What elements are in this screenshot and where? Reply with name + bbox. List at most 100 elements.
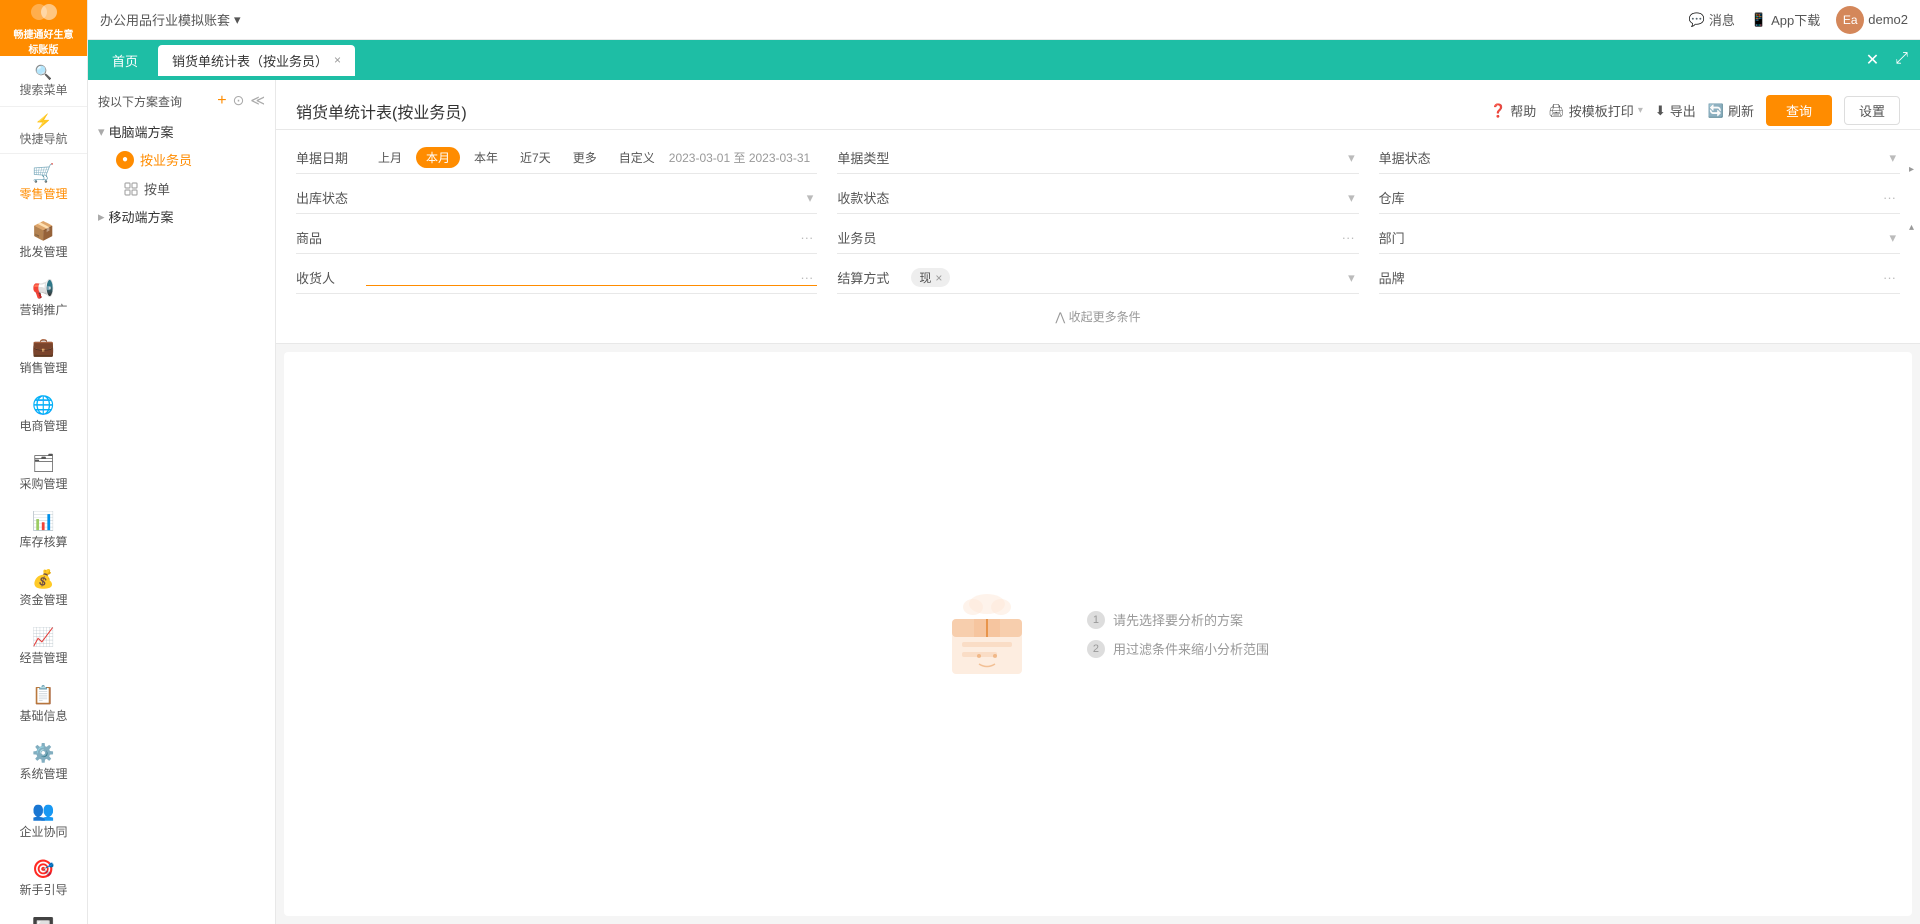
settlement-tag-close-btn[interactable]: × xyxy=(935,271,942,285)
date-btn-custom[interactable]: 自定义 xyxy=(611,147,663,168)
panel-section-mobile[interactable]: ▸ 移动端方案 xyxy=(88,203,275,230)
warehouse-control[interactable]: ··· xyxy=(1449,190,1900,205)
settings-button[interactable]: 设置 xyxy=(1844,96,1900,125)
out-status-control[interactable]: ▾ xyxy=(366,190,817,206)
tabbar: 首页 销货单统计表（按业务员） × ✕ ⤢ xyxy=(88,40,1920,80)
date-btn-last-month[interactable]: 上月 xyxy=(370,147,410,168)
sidebar-item-system[interactable]: ⚙️ 系统管理 xyxy=(0,734,87,792)
filter-dept: 部门 ▾ xyxy=(1379,222,1900,254)
topbar: 办公用品行业模拟账套 ▾ 💬 消息 📱 App下载 Ea demo2 xyxy=(88,0,1920,40)
date-btn-this-month[interactable]: 本月 xyxy=(416,147,460,168)
receipt-status-control[interactable]: ▾ xyxy=(907,190,1358,206)
collapse-arrow-icon: ⋀ xyxy=(1055,310,1065,324)
settlement-control[interactable]: 现 × ▾ xyxy=(907,268,1358,287)
inventory-icon: 📊 xyxy=(32,512,54,530)
message-btn[interactable]: 💬 消息 xyxy=(1689,10,1735,29)
tab-maximize-btn[interactable]: ⤢ xyxy=(1891,46,1912,74)
filter-row-1: 单据日期 上月 本月 本年 近7天 更多 自定义 2023-03-01 至 20… xyxy=(296,142,1900,174)
collapse-bar[interactable]: ⋀ 收起更多条件 xyxy=(296,302,1900,331)
salesperson-dots-icon: ··· xyxy=(1342,230,1355,245)
filter-consignee: 收货人 ··· xyxy=(296,262,817,294)
sidebar-item-retail-label: 零售管理 xyxy=(19,185,67,202)
sidebar-item-inventory[interactable]: 📊 库存核算 xyxy=(0,502,87,560)
empty-tips: 1 请先选择要分析的方案 2 用过滤条件来缩小分析范围 xyxy=(1087,610,1269,658)
doc-status-label: 单据状态 xyxy=(1379,148,1449,167)
sidebar-item-ecommerce[interactable]: 🌐 电商管理 xyxy=(0,386,87,444)
sidebar-item-operation[interactable]: 📈 经营管理 xyxy=(0,618,87,676)
help-label: 帮助 xyxy=(1510,101,1536,120)
panel-section-desktop[interactable]: ▾ 电脑端方案 xyxy=(88,118,275,145)
filter-row-4: 收货人 ··· 结算方式 现 × ▾ xyxy=(296,262,1900,294)
dept-arrow-icon: ▾ xyxy=(1889,230,1896,246)
logo-icon xyxy=(29,0,59,24)
export-btn[interactable]: ⬇ 导出 xyxy=(1655,101,1696,120)
sidebar-item-finance[interactable]: 💰 资金管理 xyxy=(0,560,87,618)
tab-active-label: 销货单统计表（按业务员） xyxy=(172,51,328,70)
filter-date: 单据日期 上月 本月 本年 近7天 更多 自定义 2023-03-01 至 20… xyxy=(296,142,817,174)
brand-dots-icon: ··· xyxy=(1883,270,1896,285)
doc-status-control[interactable]: ▾ xyxy=(1449,150,1900,166)
date-btn-7days[interactable]: 近7天 xyxy=(512,147,559,168)
query-button[interactable]: 查询 xyxy=(1766,95,1832,126)
active-indicator-icon: ● xyxy=(116,151,134,169)
goods-control[interactable]: ··· xyxy=(366,230,817,245)
avatar: Ea xyxy=(1836,6,1864,34)
panel-item-by-salesperson[interactable]: ● 按业务员 xyxy=(88,145,275,174)
tab-home[interactable]: 首页 xyxy=(96,45,154,76)
grid-icon xyxy=(124,182,138,196)
doc-type-control[interactable]: ▾ xyxy=(907,150,1358,166)
salesperson-control[interactable]: ··· xyxy=(907,230,1358,245)
desktop-section-label: 电脑端方案 xyxy=(109,122,174,141)
sidebar-item-marketing[interactable]: 📢 营销推广 xyxy=(0,270,87,328)
tab-active[interactable]: 销货单统计表（按业务员） × xyxy=(158,45,355,76)
sidebar-item-sales[interactable]: 💼 销售管理 xyxy=(0,328,87,386)
retail-icon: 🛒 xyxy=(32,164,54,182)
date-btn-more[interactable]: 更多 xyxy=(565,147,605,168)
consignee-control[interactable]: ··· xyxy=(366,270,817,286)
panel-edit-btn[interactable]: ⊙ xyxy=(233,92,245,110)
panel-collapse-btn[interactable]: ≪ xyxy=(250,92,265,110)
sidebar-item-retail[interactable]: 🛒 零售管理 ▸ xyxy=(0,154,87,212)
panel-item-salesperson-label: 按业务员 xyxy=(140,150,192,169)
date-btn-this-year[interactable]: 本年 xyxy=(466,147,506,168)
sidebar-item-newbie[interactable]: 🎯 新手引导 xyxy=(0,850,87,908)
print-btn[interactable]: 🖨 按模板打印 ▾ xyxy=(1548,101,1643,120)
sidebar-search[interactable]: 🔍 搜索菜单 xyxy=(0,56,87,107)
sidebar-item-wholesale-label: 批发管理 xyxy=(19,243,67,260)
user-menu[interactable]: Ea demo2 xyxy=(1836,6,1908,34)
refresh-btn[interactable]: 🔄 刷新 xyxy=(1708,101,1754,120)
logo-sub: 标账版 xyxy=(29,41,59,56)
basic-icon: 📋 xyxy=(32,686,54,704)
app-download-btn[interactable]: 📱 App下载 xyxy=(1751,10,1820,29)
sidebar-item-purchase[interactable]: 🗂 采购管理 xyxy=(0,444,87,502)
sidebar-logo: 畅捷通好生意 标账版 xyxy=(0,0,88,56)
panel-item-by-order[interactable]: 按单 xyxy=(88,174,275,203)
sidebar-item-finance-label: 资金管理 xyxy=(19,591,67,608)
sidebar-item-enterprise-label: 企业协同 xyxy=(19,823,67,840)
main-area: 办公用品行业模拟账套 ▾ 💬 消息 📱 App下载 Ea demo2 首页 xyxy=(88,0,1920,924)
left-panel: 按以下方案查询 + ⊙ ≪ ▾ 电脑端方案 ● 按业务员 xyxy=(88,80,276,924)
print-label: 按模板打印 xyxy=(1569,101,1634,120)
consignee-label: 收货人 xyxy=(296,268,366,287)
goods-label: 商品 xyxy=(296,228,366,247)
tab-close-btn[interactable]: ✕ xyxy=(1862,46,1883,74)
sidebar-item-wholesale[interactable]: 📦 批发管理 ▴ xyxy=(0,212,87,270)
panel-header: 按以下方案查询 + ⊙ ≪ xyxy=(88,88,275,118)
filter-warehouse: 仓库 ··· xyxy=(1379,182,1900,214)
print-arrow-icon: ▾ xyxy=(1638,105,1643,116)
panel-add-btn[interactable]: + xyxy=(217,92,226,110)
sidebar-item-apps[interactable]: 🔲 应用中心 xyxy=(0,908,87,924)
sidebar-item-enterprise[interactable]: 👥 企业协同 xyxy=(0,792,87,850)
sidebar-item-basic[interactable]: 📋 基础信息 xyxy=(0,676,87,734)
brand-control[interactable]: ··· xyxy=(1449,270,1900,285)
sidebar-quick-nav[interactable]: ⚡ 快捷导航 xyxy=(0,107,87,154)
date-filter-buttons: 上月 本月 本年 近7天 更多 自定义 2023-03-01 至 2023-03… xyxy=(370,147,813,168)
tab-close-icon[interactable]: × xyxy=(334,53,341,67)
ecommerce-icon: 🌐 xyxy=(32,396,54,414)
help-btn[interactable]: ❓ 帮助 xyxy=(1490,101,1536,120)
sidebar-item-basic-label: 基础信息 xyxy=(19,707,67,724)
app-name-dropdown[interactable]: 办公用品行业模拟账套 ▾ xyxy=(100,10,241,29)
dept-control[interactable]: ▾ xyxy=(1449,230,1900,246)
filter-brand: 品牌 ··· xyxy=(1379,262,1900,294)
filter-settlement: 结算方式 现 × ▾ xyxy=(837,262,1358,294)
